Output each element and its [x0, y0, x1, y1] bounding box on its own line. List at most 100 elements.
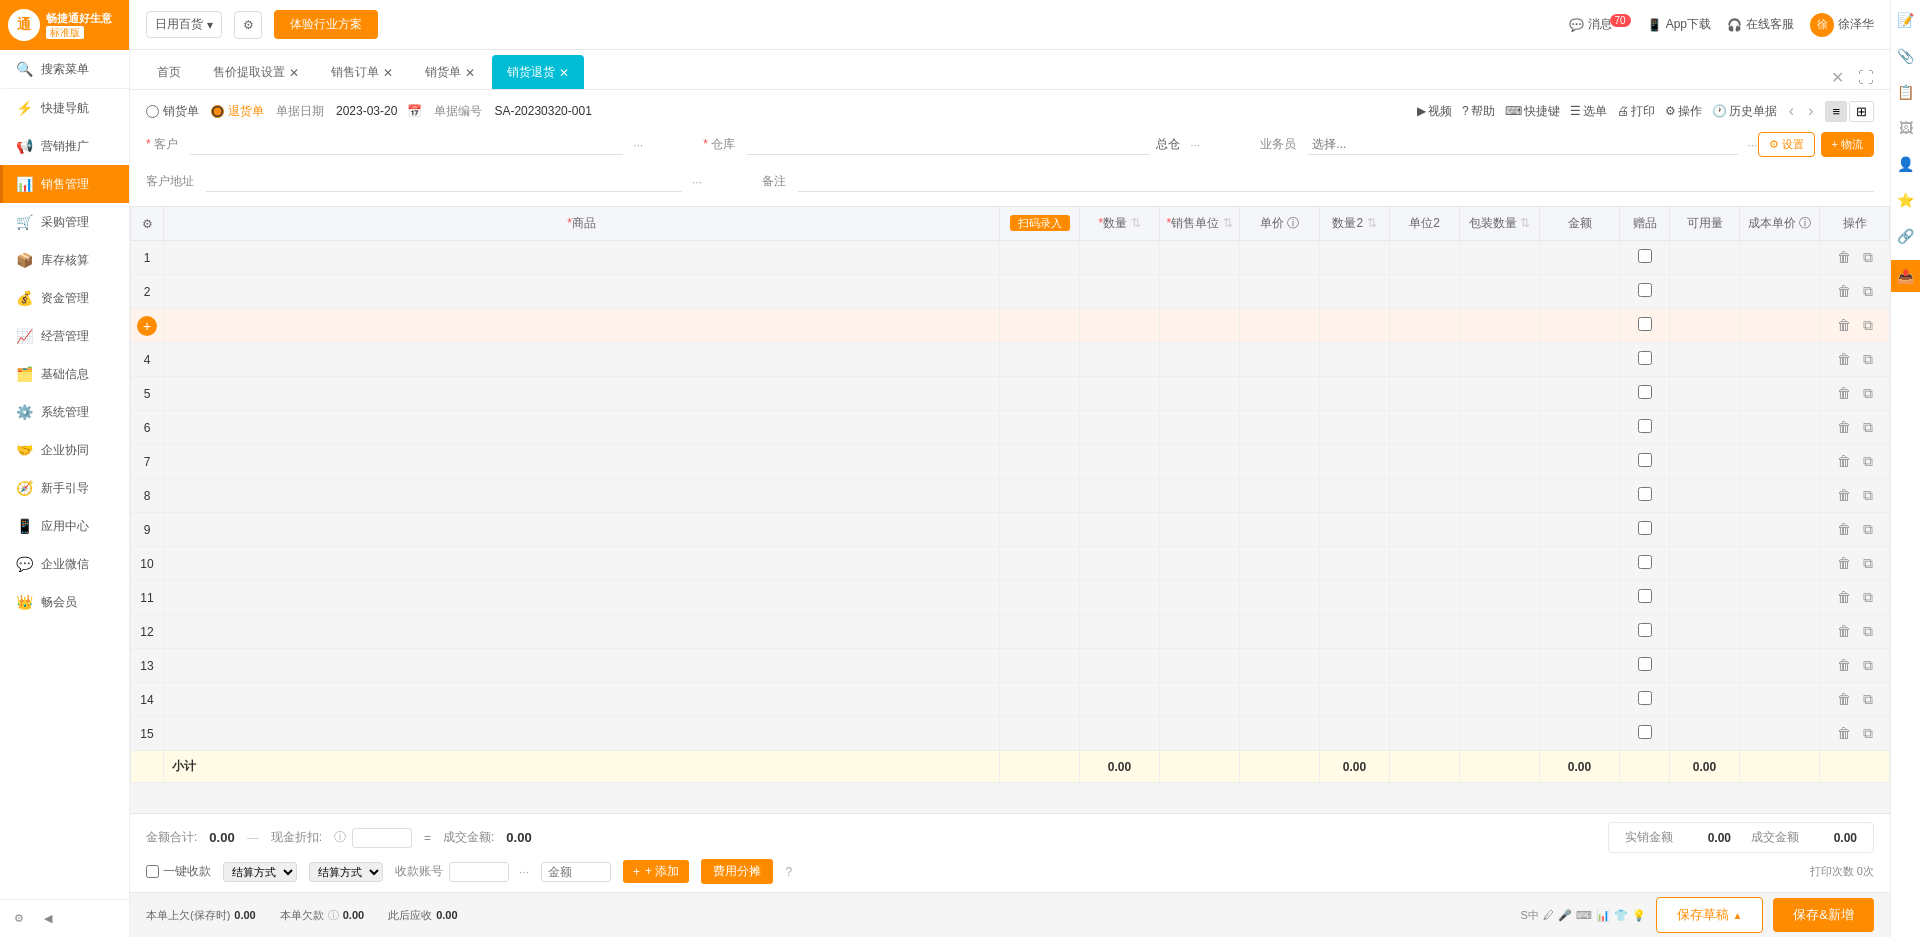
qty-sort-icon[interactable]: ⇅: [1131, 216, 1141, 230]
sidebar-item-app-center[interactable]: 📱 应用中心: [0, 507, 129, 545]
amount-cell[interactable]: [1540, 275, 1620, 309]
product-cell[interactable]: [164, 241, 1000, 275]
right-attach-icon[interactable]: 📎: [1893, 44, 1918, 68]
qty-cell-active[interactable]: [1080, 309, 1160, 343]
industry-selector[interactable]: 日用百货 ▾: [146, 11, 222, 38]
account-input[interactable]: [449, 862, 509, 882]
copy-row-btn[interactable]: ⧉: [1859, 655, 1877, 676]
amount-cell-active[interactable]: [1540, 309, 1620, 343]
sidebar-item-marketing[interactable]: 📢 营销推广: [0, 127, 129, 165]
copy-row-btn[interactable]: ⧉: [1859, 621, 1877, 642]
delete-row-btn[interactable]: 🗑: [1833, 281, 1855, 302]
product-cell-active[interactable]: [164, 309, 1000, 343]
delete-row-btn[interactable]: 🗑: [1833, 247, 1855, 268]
online-service-btn[interactable]: 🎧 在线客服: [1727, 16, 1794, 33]
copy-row-btn[interactable]: ⧉: [1859, 247, 1877, 268]
shortcut-btn[interactable]: ⌨ 快捷键: [1505, 103, 1560, 120]
sidebar-item-operation[interactable]: 📈 经营管理: [0, 317, 129, 355]
warehouse-more-btn[interactable]: ···: [1190, 138, 1200, 152]
col-scan-header[interactable]: 扫码录入: [1000, 207, 1080, 241]
settle-method-select[interactable]: 结算方式: [223, 862, 297, 882]
debt-help-icon[interactable]: ⓘ: [328, 908, 339, 923]
prev-doc-btn[interactable]: ‹: [1787, 100, 1796, 122]
select-btn[interactable]: ☰ 选单: [1570, 103, 1607, 120]
delete-row-btn[interactable]: 🗑: [1833, 315, 1855, 336]
sidebar-item-wechat[interactable]: 💬 企业微信: [0, 545, 129, 583]
operate-btn[interactable]: ⚙ 操作: [1665, 103, 1702, 120]
copy-row-btn[interactable]: ⧉: [1859, 417, 1877, 438]
message-btn[interactable]: 💬 消息 70: [1569, 16, 1631, 33]
sidebar-item-member[interactable]: 👑 畅会员: [0, 583, 129, 621]
gift-cell[interactable]: [1620, 241, 1670, 275]
copy-row-btn[interactable]: ⧉: [1859, 383, 1877, 404]
help-btn[interactable]: ? 帮助: [1462, 103, 1495, 120]
qty-cell[interactable]: [1080, 275, 1160, 309]
one-click-pay-field[interactable]: 一键收款: [146, 863, 211, 880]
right-person-icon[interactable]: 👤: [1893, 152, 1918, 176]
sidebar-item-inventory[interactable]: 📦 库存核算: [0, 241, 129, 279]
app-download-btn[interactable]: 📱 App下载: [1647, 16, 1711, 33]
price-cell[interactable]: [1240, 275, 1320, 309]
sidebar-item-sales[interactable]: 📊 销售管理: [0, 165, 129, 203]
price-cell-active[interactable]: [1240, 309, 1320, 343]
copy-row-btn[interactable]: ⧉: [1859, 281, 1877, 302]
add-row-cell[interactable]: +: [131, 309, 164, 343]
gift-cell-active[interactable]: [1620, 309, 1670, 343]
product-input[interactable]: [170, 318, 993, 333]
staff-input[interactable]: [1308, 134, 1737, 155]
taskbar-icon-4[interactable]: ⌨: [1576, 909, 1592, 922]
sidebar-item-finance[interactable]: 💰 资金管理: [0, 279, 129, 317]
pkg-cell[interactable]: [1460, 241, 1540, 275]
right-share-icon[interactable]: 🔗: [1893, 224, 1918, 248]
taskbar-icon-1[interactable]: S中: [1520, 908, 1538, 923]
copy-row-btn[interactable]: ⧉: [1859, 587, 1877, 608]
sidebar-item-search[interactable]: 🔍 搜索菜单: [0, 50, 129, 89]
copy-row-btn[interactable]: ⧉: [1859, 553, 1877, 574]
unit2-cell[interactable]: [1390, 241, 1460, 275]
delete-row-btn[interactable]: 🗑: [1833, 723, 1855, 744]
help-circle-icon[interactable]: ⓘ: [334, 829, 346, 846]
delete-row-btn[interactable]: 🗑: [1833, 383, 1855, 404]
copy-row-btn[interactable]: ⧉: [1859, 451, 1877, 472]
tab-prev-btn[interactable]: ✕: [1827, 66, 1848, 89]
sidebar-item-guide[interactable]: 🧭 新手引导: [0, 469, 129, 507]
radio-return-goods[interactable]: 退货单: [211, 103, 264, 120]
tab-sale-goods-close[interactable]: ✕: [465, 66, 475, 80]
account-more-btn[interactable]: ···: [519, 865, 529, 879]
tab-sale-order-close[interactable]: ✕: [383, 66, 393, 80]
taskbar-icon-3[interactable]: 🎤: [1558, 909, 1572, 922]
tab-sale-price[interactable]: 售价提取设置 ✕: [198, 55, 314, 89]
chevron-up-icon[interactable]: ▲: [1732, 910, 1742, 921]
topbar-gear-btn[interactable]: ⚙: [234, 11, 262, 39]
qty2-cell-active[interactable]: [1320, 309, 1390, 343]
calc-method-select[interactable]: 结算方式: [309, 862, 383, 882]
add-row-btn[interactable]: +: [137, 316, 157, 336]
unit2-cell-active[interactable]: [1390, 309, 1460, 343]
taskbar-icon-2[interactable]: 🖊: [1543, 909, 1554, 921]
qty2-sort-icon[interactable]: ⇅: [1367, 216, 1377, 230]
copy-row-btn[interactable]: ⧉: [1859, 519, 1877, 540]
unit-cell-active[interactable]: [1160, 309, 1240, 343]
pkg-cell[interactable]: [1460, 275, 1540, 309]
sidebar-settings-btn[interactable]: ⚙: [8, 908, 30, 929]
right-photo-icon[interactable]: 🖼: [1895, 116, 1917, 140]
delete-row-btn[interactable]: 🗑: [1833, 587, 1855, 608]
amount-cell[interactable]: [1540, 241, 1620, 275]
taskbar-icon-5[interactable]: 📊: [1596, 909, 1610, 922]
user-avatar[interactable]: 徐 徐泽华: [1810, 13, 1874, 37]
qty2-cell[interactable]: [1320, 275, 1390, 309]
history-btn[interactable]: 🕐 历史单据: [1712, 103, 1777, 120]
tab-sale-price-close[interactable]: ✕: [289, 66, 299, 80]
delete-row-btn[interactable]: 🗑: [1833, 519, 1855, 540]
customer-input[interactable]: [190, 134, 623, 155]
tab-maximize-btn[interactable]: ⛶: [1854, 67, 1878, 89]
unit2-cell[interactable]: [1390, 275, 1460, 309]
delete-row-btn[interactable]: 🗑: [1833, 553, 1855, 574]
col-gear-header[interactable]: ⚙: [131, 207, 164, 241]
copy-row-btn[interactable]: ⧉: [1859, 485, 1877, 506]
address-input[interactable]: [206, 171, 682, 192]
settings-panel-btn[interactable]: ⚙ 设置: [1758, 132, 1815, 157]
address-more-btn[interactable]: ···: [692, 175, 702, 189]
experience-plan-button[interactable]: 体验行业方案: [274, 10, 378, 39]
print-btn[interactable]: 🖨 打印: [1617, 103, 1655, 120]
